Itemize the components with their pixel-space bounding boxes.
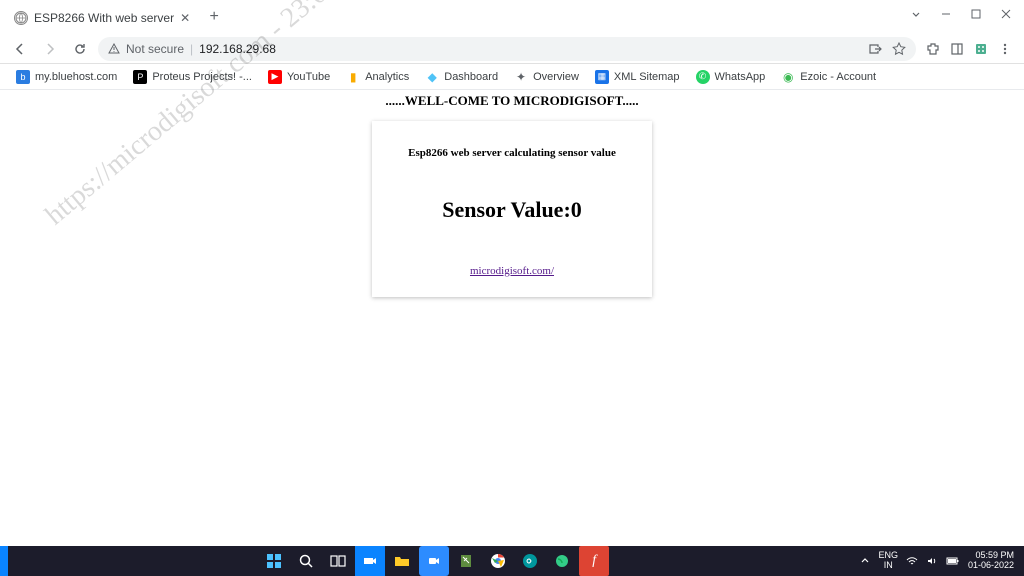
whatsapp-icon: ✆ bbox=[696, 70, 710, 84]
taskbar: f ENG IN 05:59 PM 01-06-2022 bbox=[0, 546, 1024, 576]
search-icon[interactable] bbox=[291, 546, 321, 576]
bookmark-youtube[interactable]: ▶ YouTube bbox=[262, 66, 336, 88]
bookmark-label: Proteus Projects! -... bbox=[152, 71, 252, 83]
app-arduino-icon[interactable] bbox=[515, 546, 545, 576]
warning-icon bbox=[108, 43, 120, 55]
taskbar-accent bbox=[0, 546, 8, 576]
youtube-icon: ▶ bbox=[268, 70, 282, 84]
close-tab-icon[interactable]: ✕ bbox=[180, 11, 190, 25]
share-icon[interactable] bbox=[868, 42, 882, 56]
window-controls bbox=[902, 0, 1024, 28]
bookmarks-bar: b my.bluehost.com P Proteus Projects! -.… bbox=[0, 64, 1024, 90]
ezoic-icon: ◉ bbox=[781, 70, 795, 84]
sensor-label: Sensor Value: bbox=[442, 197, 571, 222]
overview-icon: ✦ bbox=[514, 70, 528, 84]
start-button[interactable] bbox=[259, 546, 289, 576]
minimize-button[interactable] bbox=[932, 0, 960, 28]
extensions-icon[interactable] bbox=[926, 42, 940, 56]
card-subtitle: Esp8266 web server calculating sensor va… bbox=[386, 147, 638, 159]
bookmark-xml[interactable]: ▦ XML Sitemap bbox=[589, 66, 686, 88]
bookmark-bluehost[interactable]: b my.bluehost.com bbox=[10, 66, 123, 88]
bookmark-label: Overview bbox=[533, 71, 579, 83]
close-window-button[interactable] bbox=[992, 0, 1020, 28]
app-notepad-icon[interactable] bbox=[451, 546, 481, 576]
bookmark-overview[interactable]: ✦ Overview bbox=[508, 66, 585, 88]
globe-icon bbox=[14, 11, 28, 25]
browser-tab[interactable]: ESP8266 With web server ✕ bbox=[4, 2, 200, 34]
browser-titlebar: ESP8266 With web server ✕ + bbox=[0, 0, 1024, 34]
dashboard-icon: ◆ bbox=[425, 70, 439, 84]
page-content: ......WELL-COME TO MICRODIGISOFT..... Es… bbox=[0, 90, 1024, 546]
sensor-value-row: Sensor Value:0 bbox=[386, 197, 638, 223]
menu-icon[interactable] bbox=[998, 42, 1012, 56]
back-button[interactable] bbox=[8, 37, 32, 61]
sensor-value: 0 bbox=[571, 197, 582, 222]
app-explorer-icon[interactable] bbox=[387, 546, 417, 576]
page-title: ......WELL-COME TO MICRODIGISOFT..... bbox=[0, 90, 1024, 109]
maximize-button[interactable] bbox=[962, 0, 990, 28]
bookmark-proteus[interactable]: P Proteus Projects! -... bbox=[127, 66, 258, 88]
taskview-icon[interactable] bbox=[323, 546, 353, 576]
security-label: Not secure bbox=[126, 42, 184, 56]
bookmark-icon: P bbox=[133, 70, 147, 84]
panel-icon[interactable] bbox=[950, 42, 964, 56]
reload-button[interactable] bbox=[68, 37, 92, 61]
star-icon[interactable] bbox=[892, 42, 906, 56]
app-zoom-icon[interactable] bbox=[419, 546, 449, 576]
taskbar-tray: ENG IN 05:59 PM 01-06-2022 bbox=[860, 551, 1024, 571]
bookmark-label: YouTube bbox=[287, 71, 330, 83]
new-tab-button[interactable]: + bbox=[200, 3, 228, 31]
sensor-card: Esp8266 web server calculating sensor va… bbox=[372, 121, 652, 297]
separator: | bbox=[190, 42, 193, 56]
navigation-bar: Not secure | 192.168.29.68 bbox=[0, 34, 1024, 64]
tab-title: ESP8266 With web server bbox=[34, 11, 174, 25]
grid-icon: ▦ bbox=[595, 70, 609, 84]
address-bar[interactable]: Not secure | 192.168.29.68 bbox=[98, 37, 916, 61]
site-link[interactable]: microdigisoft.com/ bbox=[470, 265, 554, 277]
battery-icon[interactable] bbox=[946, 556, 960, 566]
forward-button[interactable] bbox=[38, 37, 62, 61]
tray-overflow-icon[interactable] bbox=[860, 556, 870, 566]
bookmark-label: my.bluehost.com bbox=[35, 71, 117, 83]
app-chrome-icon[interactable] bbox=[483, 546, 513, 576]
app-f-icon[interactable]: f bbox=[579, 546, 609, 576]
bookmark-analytics[interactable]: ▮ Analytics bbox=[340, 66, 415, 88]
chevron-down-icon[interactable] bbox=[902, 0, 930, 28]
extension-badge-icon[interactable] bbox=[974, 42, 988, 56]
bookmark-whatsapp[interactable]: ✆ WhatsApp bbox=[690, 66, 772, 88]
wifi-icon[interactable] bbox=[906, 555, 918, 567]
analytics-icon: ▮ bbox=[346, 70, 360, 84]
volume-icon[interactable] bbox=[926, 555, 938, 567]
clock[interactable]: 05:59 PM 01-06-2022 bbox=[968, 551, 1014, 571]
bookmark-dashboard[interactable]: ◆ Dashboard bbox=[419, 66, 504, 88]
bookmark-label: Dashboard bbox=[444, 71, 498, 83]
url-text: 192.168.29.68 bbox=[199, 42, 276, 56]
bookmark-ezoic[interactable]: ◉ Ezoic - Account bbox=[775, 66, 882, 88]
app-globe-icon[interactable] bbox=[547, 546, 577, 576]
app-camera-icon[interactable] bbox=[355, 546, 385, 576]
taskbar-apps: f bbox=[8, 546, 860, 576]
bookmark-label: WhatsApp bbox=[715, 71, 766, 83]
language-indicator[interactable]: ENG IN bbox=[878, 551, 898, 571]
bookmark-label: XML Sitemap bbox=[614, 71, 680, 83]
bookmark-label: Ezoic - Account bbox=[800, 71, 876, 83]
bookmark-icon: b bbox=[16, 70, 30, 84]
bookmark-label: Analytics bbox=[365, 71, 409, 83]
